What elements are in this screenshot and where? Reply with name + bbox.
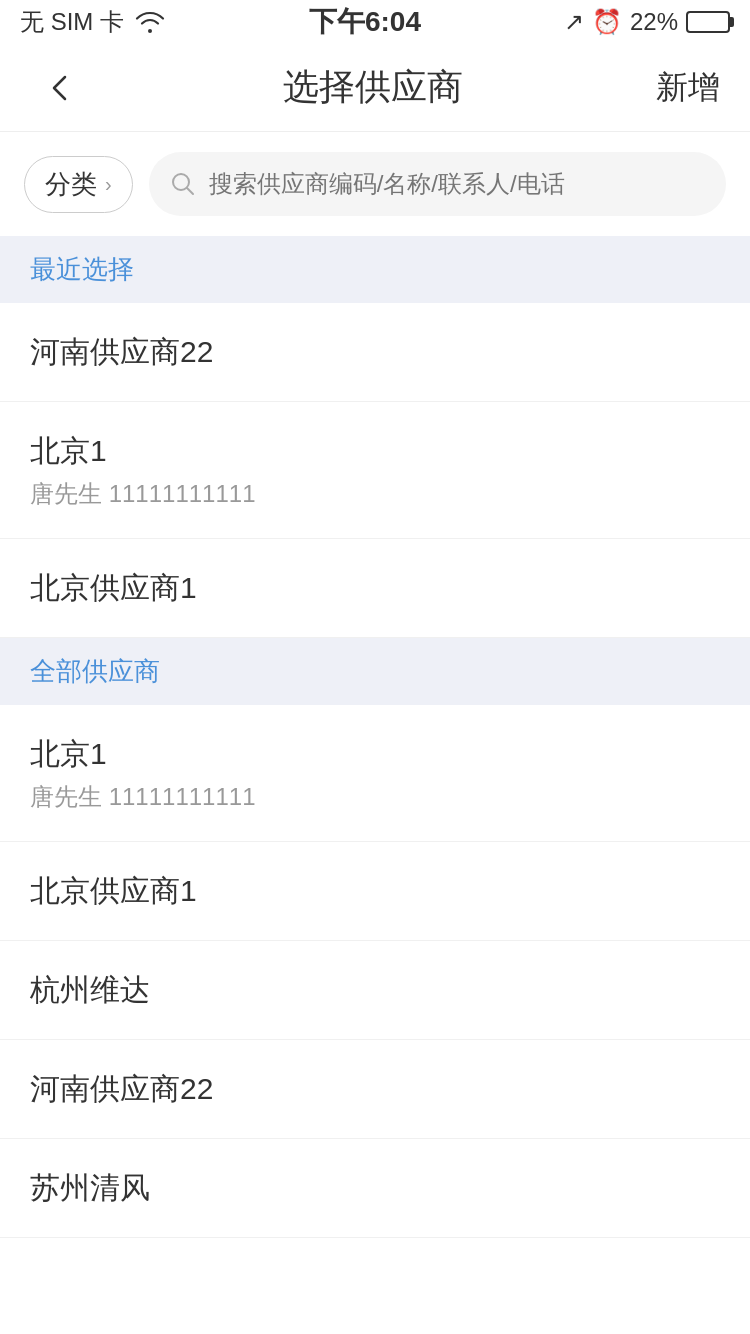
page-title: 选择供应商 <box>283 63 463 112</box>
add-button[interactable]: 新增 <box>656 66 720 110</box>
recent-section-label: 最近选择 <box>30 254 134 284</box>
list-item[interactable]: 北京供应商1 <box>0 539 750 638</box>
list-item[interactable]: 杭州维达 <box>0 941 750 1040</box>
item-name: 河南供应商22 <box>30 331 720 373</box>
item-name: 北京供应商1 <box>30 567 720 609</box>
location-icon: ↗ <box>564 8 584 36</box>
back-icon <box>45 73 75 103</box>
item-sub: 唐先生 11111111111 <box>30 478 720 510</box>
all-section-label: 全部供应商 <box>30 656 160 686</box>
category-button[interactable]: 分类 › <box>24 156 133 213</box>
back-button[interactable] <box>30 58 90 118</box>
battery-percent: 22% <box>630 8 678 36</box>
all-list: 北京1 唐先生 11111111111 北京供应商1 杭州维达 河南供应商22 … <box>0 705 750 1238</box>
recent-section-header: 最近选择 <box>0 236 750 303</box>
item-name: 北京供应商1 <box>30 870 720 912</box>
filter-bar: 分类 › <box>0 132 750 236</box>
item-sub: 唐先生 11111111111 <box>30 781 720 813</box>
list-item[interactable]: 苏州清风 <box>0 1139 750 1238</box>
status-right: ↗ ⏰ 22% <box>564 8 730 36</box>
list-item[interactable]: 北京供应商1 <box>0 842 750 941</box>
battery-icon <box>686 11 730 33</box>
list-item[interactable]: 河南供应商22 <box>0 1040 750 1139</box>
nav-bar: 选择供应商 新增 <box>0 44 750 132</box>
search-box <box>149 152 726 216</box>
search-input[interactable] <box>209 170 706 198</box>
category-label: 分类 <box>45 167 97 202</box>
list-item[interactable]: 北京1 唐先生 11111111111 <box>0 402 750 539</box>
status-time: 下午6:04 <box>309 3 421 41</box>
chevron-right-icon: › <box>105 173 112 196</box>
wifi-icon <box>134 11 166 33</box>
item-name: 河南供应商22 <box>30 1068 720 1110</box>
status-bar: 无 SIM 卡 下午6:04 ↗ ⏰ 22% <box>0 0 750 44</box>
list-item[interactable]: 河南供应商22 <box>0 303 750 402</box>
list-item[interactable]: 北京1 唐先生 11111111111 <box>0 705 750 842</box>
alarm-icon: ⏰ <box>592 8 622 36</box>
recent-list: 河南供应商22 北京1 唐先生 11111111111 北京供应商1 <box>0 303 750 638</box>
all-section-header: 全部供应商 <box>0 638 750 705</box>
status-left: 无 SIM 卡 <box>20 6 166 38</box>
item-name: 苏州清风 <box>30 1167 720 1209</box>
no-sim-text: 无 SIM 卡 <box>20 6 124 38</box>
item-name: 杭州维达 <box>30 969 720 1011</box>
item-name: 北京1 <box>30 430 720 472</box>
item-name: 北京1 <box>30 733 720 775</box>
search-icon <box>169 170 197 198</box>
